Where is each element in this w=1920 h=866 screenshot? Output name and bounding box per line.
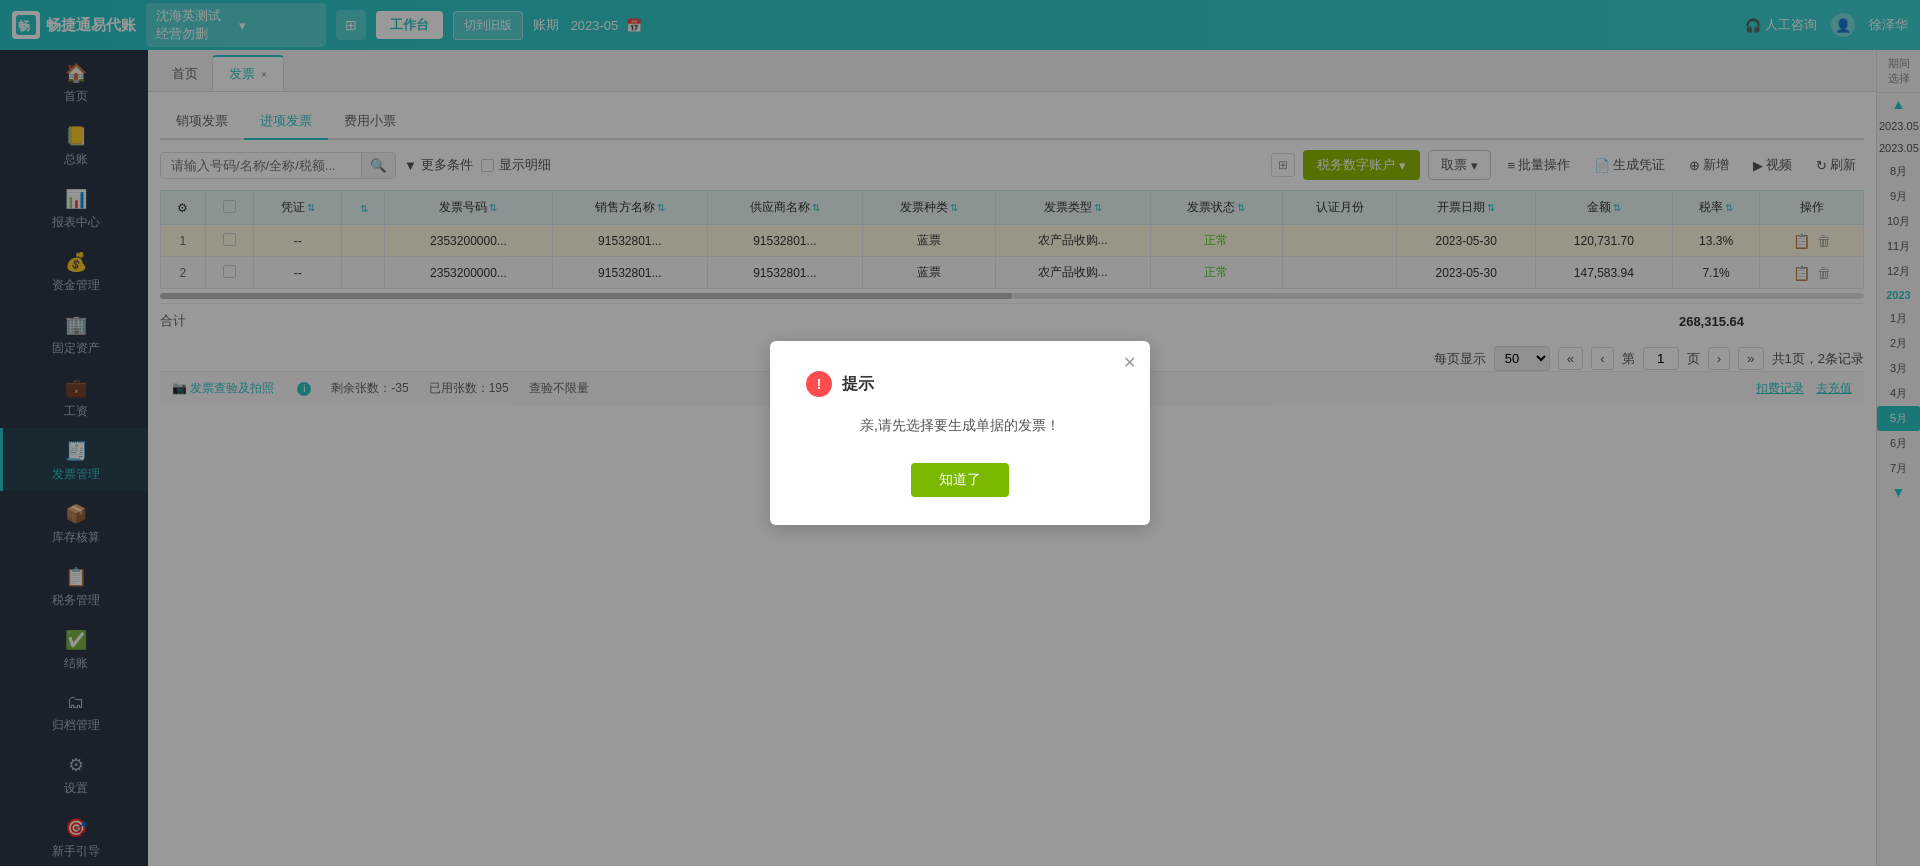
modal-footer: 知道了 (806, 463, 1114, 497)
modal-title: 提示 (842, 374, 874, 395)
modal-warn-icon: ! (806, 371, 832, 397)
modal-confirm-button[interactable]: 知道了 (911, 463, 1009, 497)
modal-body: 亲,请先选择要生成单据的发票！ (806, 417, 1114, 435)
modal-close-button[interactable]: ✕ (1123, 353, 1136, 372)
modal-title-row: ! 提示 (806, 371, 1114, 397)
modal-overlay[interactable]: ✕ ! 提示 亲,请先选择要生成单据的发票！ 知道了 (0, 0, 1920, 866)
modal-box: ✕ ! 提示 亲,请先选择要生成单据的发票！ 知道了 (770, 341, 1150, 525)
modal-message: 亲,请先选择要生成单据的发票！ (860, 417, 1060, 433)
